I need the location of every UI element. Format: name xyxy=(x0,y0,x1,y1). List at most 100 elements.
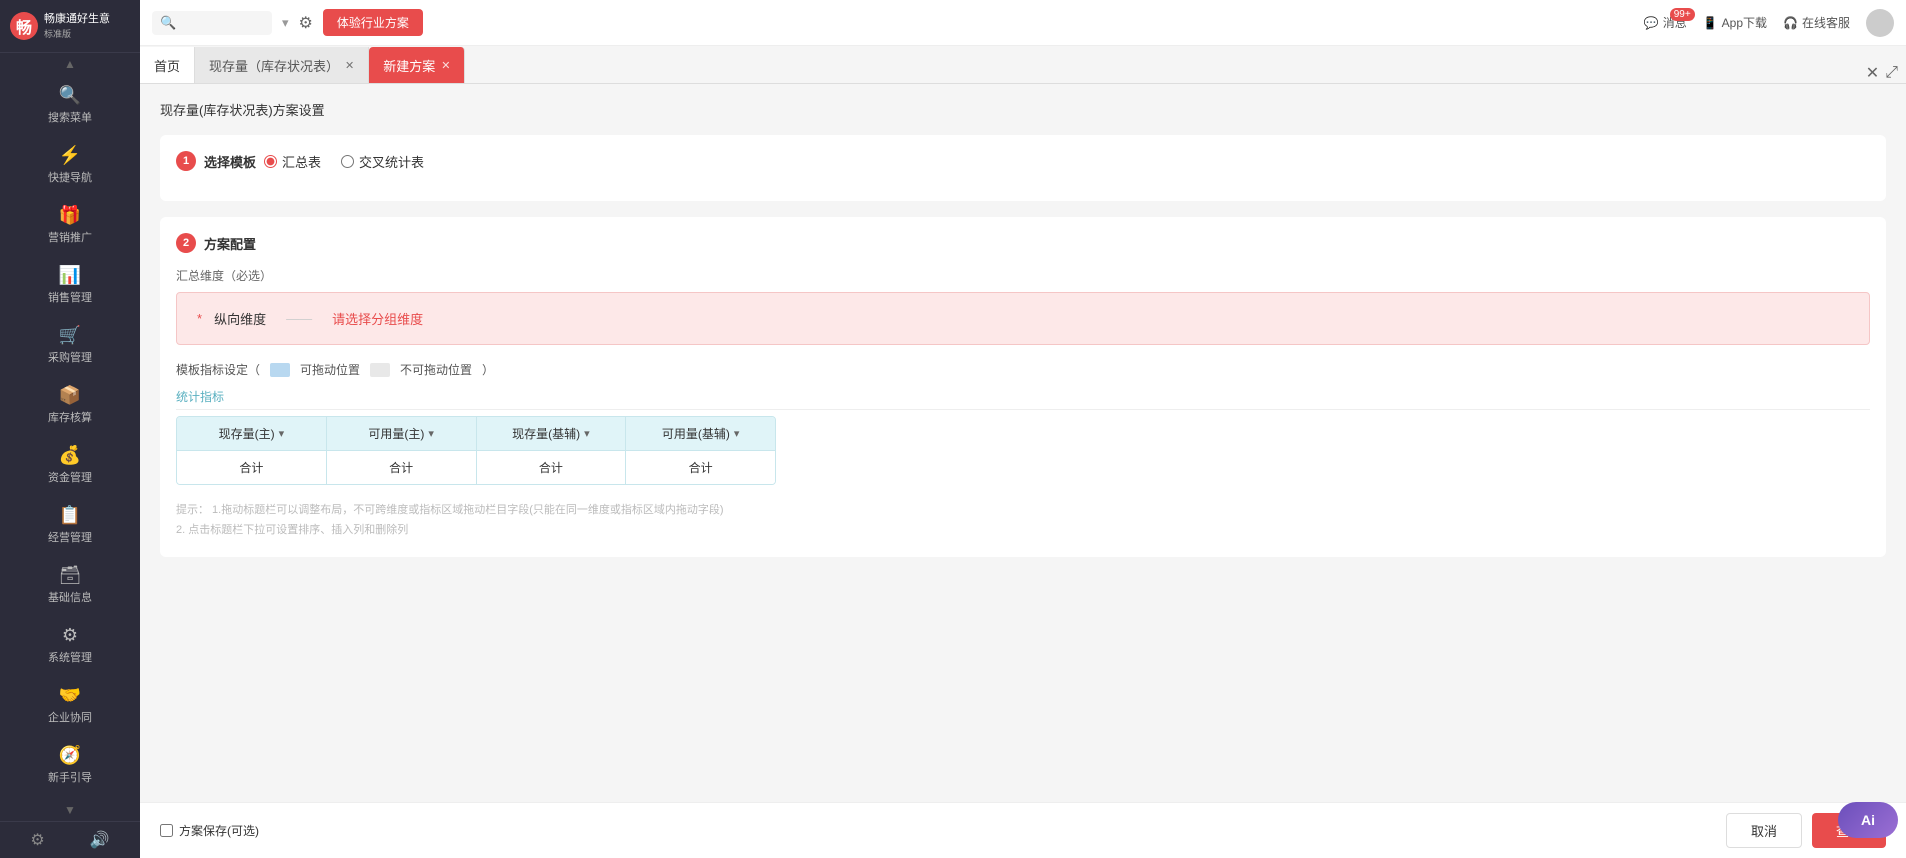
system-icon: ⚙ xyxy=(62,625,78,646)
sidebar-item-purchase[interactable]: 🛒 采购管理 xyxy=(0,315,140,375)
section1-title: 选择模板 xyxy=(204,152,256,171)
stats-cell-0-3: 合计 xyxy=(626,451,775,484)
template-indicator-suffix: ） xyxy=(482,361,494,378)
app-name: 畅康通好生意 xyxy=(44,12,110,26)
tab-new-plan[interactable]: 新建方案 ✕ xyxy=(369,47,465,83)
tab-home-label: 首页 xyxy=(154,56,180,75)
required-marker: * xyxy=(197,311,202,326)
stats-table-header: 现存量(主) ▾ 可用量(主) ▾ 现存量(基辅) ▾ 可用量(基辅) ▾ xyxy=(177,417,775,450)
col-chevron-1[interactable]: ▾ xyxy=(428,427,434,440)
col-label-2: 现存量(基辅) xyxy=(512,425,580,442)
tab-home[interactable]: 首页 xyxy=(140,47,195,83)
sidebar-item-management[interactable]: 📋 经营管理 xyxy=(0,495,140,555)
radio-cross[interactable]: 交叉统计表 xyxy=(341,152,424,171)
stats-table: 现存量(主) ▾ 可用量(主) ▾ 现存量(基辅) ▾ 可用量(基辅) ▾ xyxy=(176,416,776,485)
sidebar-item-label: 搜索菜单 xyxy=(48,109,92,125)
sidebar-item-sales[interactable]: 📊 销售管理 xyxy=(0,255,140,315)
sidebar-item-search[interactable]: 🔍 搜索菜单 xyxy=(0,75,140,135)
sidebar-item-system[interactable]: ⚙ 系统管理 xyxy=(0,615,140,675)
stats-cell-0-2: 合计 xyxy=(477,451,627,484)
topbar-right: 💬 消息 99+ 📱 App下载 🎧 在线客服 xyxy=(1644,9,1894,37)
col-chevron-3[interactable]: ▾ xyxy=(734,427,740,440)
sidebar-nav: 🔍 搜索菜单 ⚡ 快捷导航 🎁 营销推广 📊 销售管理 🛒 采购管理 📦 库存核… xyxy=(0,75,140,799)
dimension-placeholder[interactable]: 请选择分组维度 xyxy=(332,309,423,328)
scroll-down-button[interactable]: ▼ xyxy=(0,799,140,821)
sidebar-item-basic[interactable]: 🗃 基础信息 xyxy=(0,555,140,615)
step1-badge: 1 xyxy=(176,151,196,171)
col-chevron-0[interactable]: ▾ xyxy=(279,427,285,440)
download-icon: 📱 xyxy=(1703,16,1718,30)
col-header-3[interactable]: 可用量(基辅) ▾ xyxy=(626,417,775,450)
ai-float-label: Ai xyxy=(1861,812,1875,828)
sidebar-item-label: 库存核算 xyxy=(48,409,92,425)
tab-inventory[interactable]: 现存量（库存状况表） ✕ xyxy=(195,47,369,83)
movable-indicator-label: 可拖动位置 xyxy=(300,361,360,378)
radio-cross-input[interactable] xyxy=(341,155,354,168)
template-radio-group: 汇总表 交叉统计表 xyxy=(264,152,424,171)
dimension-required-label: 汇总维度（必选） xyxy=(176,267,1870,284)
sidebar-item-label: 快捷导航 xyxy=(48,169,92,185)
section2-title: 方案配置 xyxy=(204,234,256,253)
window-controls: ✕ ⤢ xyxy=(1866,63,1906,83)
main-area: 🔍 ▾ ⚙ 体验行业方案 💬 消息 99+ 📱 App下载 🎧 在线客服 xyxy=(140,0,1906,858)
topbar-dropdown-icon[interactable]: ▾ xyxy=(282,15,289,31)
col-header-0[interactable]: 现存量(主) ▾ xyxy=(177,417,327,450)
sidebar-item-label: 营销推广 xyxy=(48,229,92,245)
app-edition: 标准版 xyxy=(44,27,110,40)
col-label-3: 可用量(基辅) xyxy=(662,425,730,442)
col-header-2[interactable]: 现存量(基辅) ▾ xyxy=(477,417,627,450)
sidebar-item-shortcut[interactable]: ⚡ 快捷导航 xyxy=(0,135,140,195)
vertical-dimension-label: 纵向维度 xyxy=(214,309,266,328)
settings-icon[interactable]: ⚙ xyxy=(30,830,44,850)
footer: 方案保存(可选) 取消 查询 xyxy=(140,802,1906,858)
tab-new-plan-label: 新建方案 xyxy=(383,56,435,75)
topbar-search-box[interactable]: 🔍 xyxy=(152,11,272,35)
service-icon: 🎧 xyxy=(1783,16,1798,30)
message-item[interactable]: 💬 消息 99+ xyxy=(1644,14,1687,31)
shortcut-icon: ⚡ xyxy=(59,145,81,166)
app-logo: 畅 畅康通好生意 标准版 xyxy=(0,0,140,53)
sidebar-item-newbie[interactable]: 🧭 新手引导 xyxy=(0,735,140,795)
user-avatar[interactable] xyxy=(1866,9,1894,37)
col-header-1[interactable]: 可用量(主) ▾ xyxy=(327,417,477,450)
sidebar-item-marketing[interactable]: 🎁 营销推广 xyxy=(0,195,140,255)
tab-inventory-close[interactable]: ✕ xyxy=(345,59,354,72)
step2-badge: 2 xyxy=(176,233,196,253)
sidebar-item-inventory[interactable]: 📦 库存核算 xyxy=(0,375,140,435)
stats-section-title: 统计指标 xyxy=(176,388,1870,410)
sidebar-item-label: 经营管理 xyxy=(48,529,92,545)
ai-float-button[interactable]: Ai xyxy=(1838,802,1898,838)
stats-cell-0-0: 合计 xyxy=(177,451,327,484)
settings-gear-icon[interactable]: ⚙ xyxy=(299,13,313,33)
online-service-label: 在线客服 xyxy=(1802,14,1850,31)
section2-header: 2 方案配置 xyxy=(176,233,1870,253)
industry-plan-button[interactable]: 体验行业方案 xyxy=(323,9,423,36)
inventory-icon: 📦 xyxy=(59,385,81,406)
cooperation-icon: 🤝 xyxy=(59,685,81,706)
radio-summary[interactable]: 汇总表 xyxy=(264,152,321,171)
radio-summary-input[interactable] xyxy=(264,155,277,168)
sidebar-item-finance[interactable]: 💰 资金管理 xyxy=(0,435,140,495)
close-window-button[interactable]: ✕ xyxy=(1866,63,1879,83)
sidebar-bottom: ⚙ 🔊 xyxy=(0,821,140,858)
app-download-item[interactable]: 📱 App下载 xyxy=(1703,14,1767,31)
save-option[interactable]: 方案保存(可选) xyxy=(160,822,259,839)
audio-icon[interactable]: 🔊 xyxy=(90,830,110,850)
save-checkbox[interactable] xyxy=(160,824,173,837)
expand-window-button[interactable]: ⤢ xyxy=(1885,64,1898,82)
scroll-up-button[interactable]: ▲ xyxy=(0,53,140,75)
col-chevron-2[interactable]: ▾ xyxy=(584,427,590,440)
search-icon: 🔍 xyxy=(59,85,81,106)
online-service-item[interactable]: 🎧 在线客服 xyxy=(1783,14,1850,31)
message-icon: 💬 xyxy=(1644,16,1659,30)
sidebar-item-label: 资金管理 xyxy=(48,469,92,485)
sidebar-item-cooperation[interactable]: 🤝 企业协同 xyxy=(0,675,140,735)
radio-cross-label: 交叉统计表 xyxy=(359,152,424,171)
fixed-indicator-box xyxy=(370,363,390,377)
management-icon: 📋 xyxy=(59,505,81,526)
cancel-button[interactable]: 取消 xyxy=(1726,813,1802,848)
tab-new-plan-close[interactable]: ✕ xyxy=(441,59,450,72)
radio-summary-label: 汇总表 xyxy=(282,152,321,171)
tip-1: 提示： 1.拖动标题栏可以调整布局，不可跨维度或指标区域拖动栏目字段(只能在同一… xyxy=(176,501,1870,521)
search-input[interactable] xyxy=(180,16,260,30)
